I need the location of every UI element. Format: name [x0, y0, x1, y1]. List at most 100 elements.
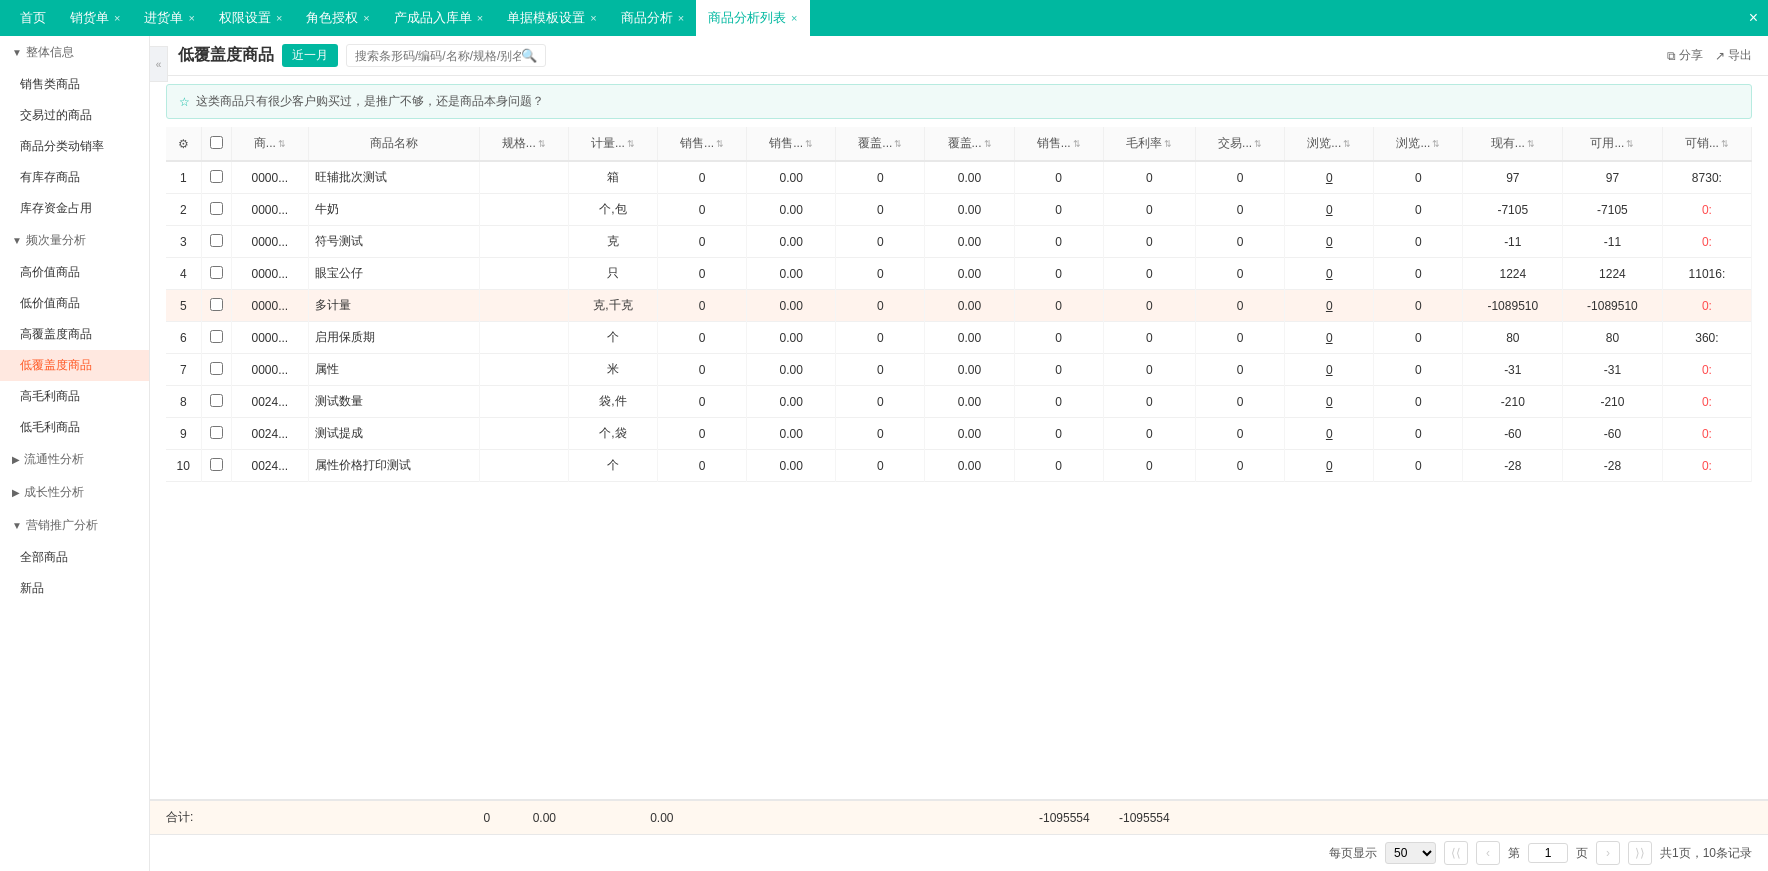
row-checkbox[interactable]: [201, 194, 231, 226]
th-code[interactable]: 商...⇅: [231, 127, 309, 161]
row-browse1[interactable]: 0: [1285, 226, 1374, 258]
row-browse1[interactable]: 0: [1285, 418, 1374, 450]
row-checkbox[interactable]: [201, 161, 231, 194]
row-select-checkbox[interactable]: [210, 202, 223, 215]
row-browse1[interactable]: 0: [1285, 322, 1374, 354]
close-icon[interactable]: ×: [276, 12, 282, 24]
row-checkbox[interactable]: [201, 258, 231, 290]
close-icon[interactable]: ×: [477, 12, 483, 24]
sidebar-item-new-products[interactable]: 新品: [0, 573, 149, 604]
nav-role-auth[interactable]: 角色授权 ×: [294, 0, 381, 36]
th-current[interactable]: 现有...⇅: [1463, 127, 1563, 161]
row-checkbox[interactable]: [201, 450, 231, 482]
close-icon[interactable]: ×: [188, 12, 194, 24]
th-margin[interactable]: 毛利率⇅: [1103, 127, 1195, 161]
th-sellable[interactable]: 可销...⇅: [1662, 127, 1751, 161]
sidebar-item-low-margin[interactable]: 低毛利商品: [0, 412, 149, 443]
nav-permission-settings[interactable]: 权限设置 ×: [207, 0, 294, 36]
th-browse1[interactable]: 浏览...⇅: [1285, 127, 1374, 161]
sidebar-item-category-rate[interactable]: 商品分类动销率: [0, 131, 149, 162]
nav-purchase-order[interactable]: 进货单 ×: [132, 0, 206, 36]
select-all-checkbox[interactable]: [210, 136, 223, 149]
close-icon[interactable]: ×: [791, 12, 797, 24]
th-settings[interactable]: ⚙: [166, 127, 201, 161]
th-available[interactable]: 可用...⇅: [1563, 127, 1663, 161]
row-checkbox[interactable]: [201, 322, 231, 354]
row-select-checkbox[interactable]: [210, 234, 223, 247]
time-filter-button[interactable]: 近一月: [282, 44, 338, 67]
th-unit[interactable]: 计量...⇅: [568, 127, 657, 161]
row-browse1[interactable]: 0: [1285, 290, 1374, 322]
sidebar-collapse-button[interactable]: «: [150, 46, 168, 82]
row-browse1[interactable]: 0: [1285, 450, 1374, 482]
row-browse1[interactable]: 0: [1285, 161, 1374, 194]
close-all-tabs-button[interactable]: ×: [1749, 9, 1758, 27]
nav-sales-order[interactable]: 销货单 ×: [58, 0, 132, 36]
sidebar-section-frequency[interactable]: ▼ 频次量分析: [0, 224, 149, 257]
first-page-button[interactable]: ⟨⟨: [1444, 841, 1468, 865]
sidebar-item-sales-products[interactable]: 销售类商品: [0, 69, 149, 100]
nav-template-settings[interactable]: 单据模板设置 ×: [495, 0, 608, 36]
sidebar-item-stocked-products[interactable]: 有库存商品: [0, 162, 149, 193]
last-page-button[interactable]: ⟩⟩: [1628, 841, 1652, 865]
close-icon[interactable]: ×: [590, 12, 596, 24]
sidebar-item-high-value[interactable]: 高价值商品: [0, 257, 149, 288]
th-sales3[interactable]: 销售...⇅: [1014, 127, 1103, 161]
nav-product-analysis-list[interactable]: 商品分析列表 ×: [696, 0, 809, 36]
row-checkbox[interactable]: [201, 226, 231, 258]
row-select-checkbox[interactable]: [210, 458, 223, 471]
row-select-checkbox[interactable]: [210, 362, 223, 375]
sidebar-item-inventory-capital[interactable]: 库存资金占用: [0, 193, 149, 224]
share-button[interactable]: ⧉ 分享: [1667, 47, 1703, 64]
row-checkbox[interactable]: [201, 354, 231, 386]
close-icon[interactable]: ×: [363, 12, 369, 24]
th-sales1[interactable]: 销售...⇅: [657, 127, 746, 161]
row-browse1[interactable]: 0: [1285, 354, 1374, 386]
row-margin: 0: [1103, 226, 1195, 258]
sidebar-item-low-coverage[interactable]: 低覆盖度商品: [0, 350, 149, 381]
row-browse1[interactable]: 0: [1285, 194, 1374, 226]
sidebar-item-high-coverage[interactable]: 高覆盖度商品: [0, 319, 149, 350]
row-margin: 0: [1103, 194, 1195, 226]
row-checkbox[interactable]: [201, 386, 231, 418]
sidebar-item-low-value[interactable]: 低价值商品: [0, 288, 149, 319]
sidebar-section-overall[interactable]: ▼ 整体信息: [0, 36, 149, 69]
row-select-checkbox[interactable]: [210, 298, 223, 311]
sidebar-item-high-margin[interactable]: 高毛利商品: [0, 381, 149, 412]
th-trade[interactable]: 交易...⇅: [1196, 127, 1285, 161]
close-icon[interactable]: ×: [114, 12, 120, 24]
sidebar-section-marketing[interactable]: ▼ 营销推广分析: [0, 509, 149, 542]
row-checkbox[interactable]: [201, 290, 231, 322]
row-browse1[interactable]: 0: [1285, 386, 1374, 418]
row-select-checkbox[interactable]: [210, 394, 223, 407]
nav-production-inbound[interactable]: 产成品入库单 ×: [382, 0, 495, 36]
sidebar-item-traded-products[interactable]: 交易过的商品: [0, 100, 149, 131]
row-sales2: 0.00: [747, 354, 836, 386]
row-browse2: 0: [1374, 450, 1463, 482]
search-input[interactable]: [355, 49, 521, 63]
nav-home[interactable]: 首页: [8, 0, 58, 36]
next-page-button[interactable]: ›: [1596, 841, 1620, 865]
th-browse2[interactable]: 浏览...⇅: [1374, 127, 1463, 161]
th-cover1[interactable]: 覆盖...⇅: [836, 127, 925, 161]
th-sales2[interactable]: 销售...⇅: [747, 127, 836, 161]
th-spec[interactable]: 规格...⇅: [479, 127, 568, 161]
close-icon[interactable]: ×: [678, 12, 684, 24]
row-select-checkbox[interactable]: [210, 266, 223, 279]
row-browse1[interactable]: 0: [1285, 258, 1374, 290]
row-select-checkbox[interactable]: [210, 426, 223, 439]
sidebar-section-flow[interactable]: ▶ 流通性分析: [0, 443, 149, 476]
row-checkbox[interactable]: [201, 418, 231, 450]
th-cover2[interactable]: 覆盖...⇅: [925, 127, 1014, 161]
nav-product-analysis[interactable]: 商品分析 ×: [609, 0, 696, 36]
page-size-select[interactable]: 50 100 200: [1385, 842, 1436, 864]
row-select-checkbox[interactable]: [210, 170, 223, 183]
sidebar-item-all-products[interactable]: 全部商品: [0, 542, 149, 573]
page-number-input[interactable]: [1528, 843, 1568, 863]
row-select-checkbox[interactable]: [210, 330, 223, 343]
prev-page-button[interactable]: ‹: [1476, 841, 1500, 865]
search-icon[interactable]: 🔍: [521, 48, 537, 63]
export-button[interactable]: ↗ 导出: [1715, 47, 1752, 64]
th-checkbox[interactable]: [201, 127, 231, 161]
sidebar-section-growth[interactable]: ▶ 成长性分析: [0, 476, 149, 509]
